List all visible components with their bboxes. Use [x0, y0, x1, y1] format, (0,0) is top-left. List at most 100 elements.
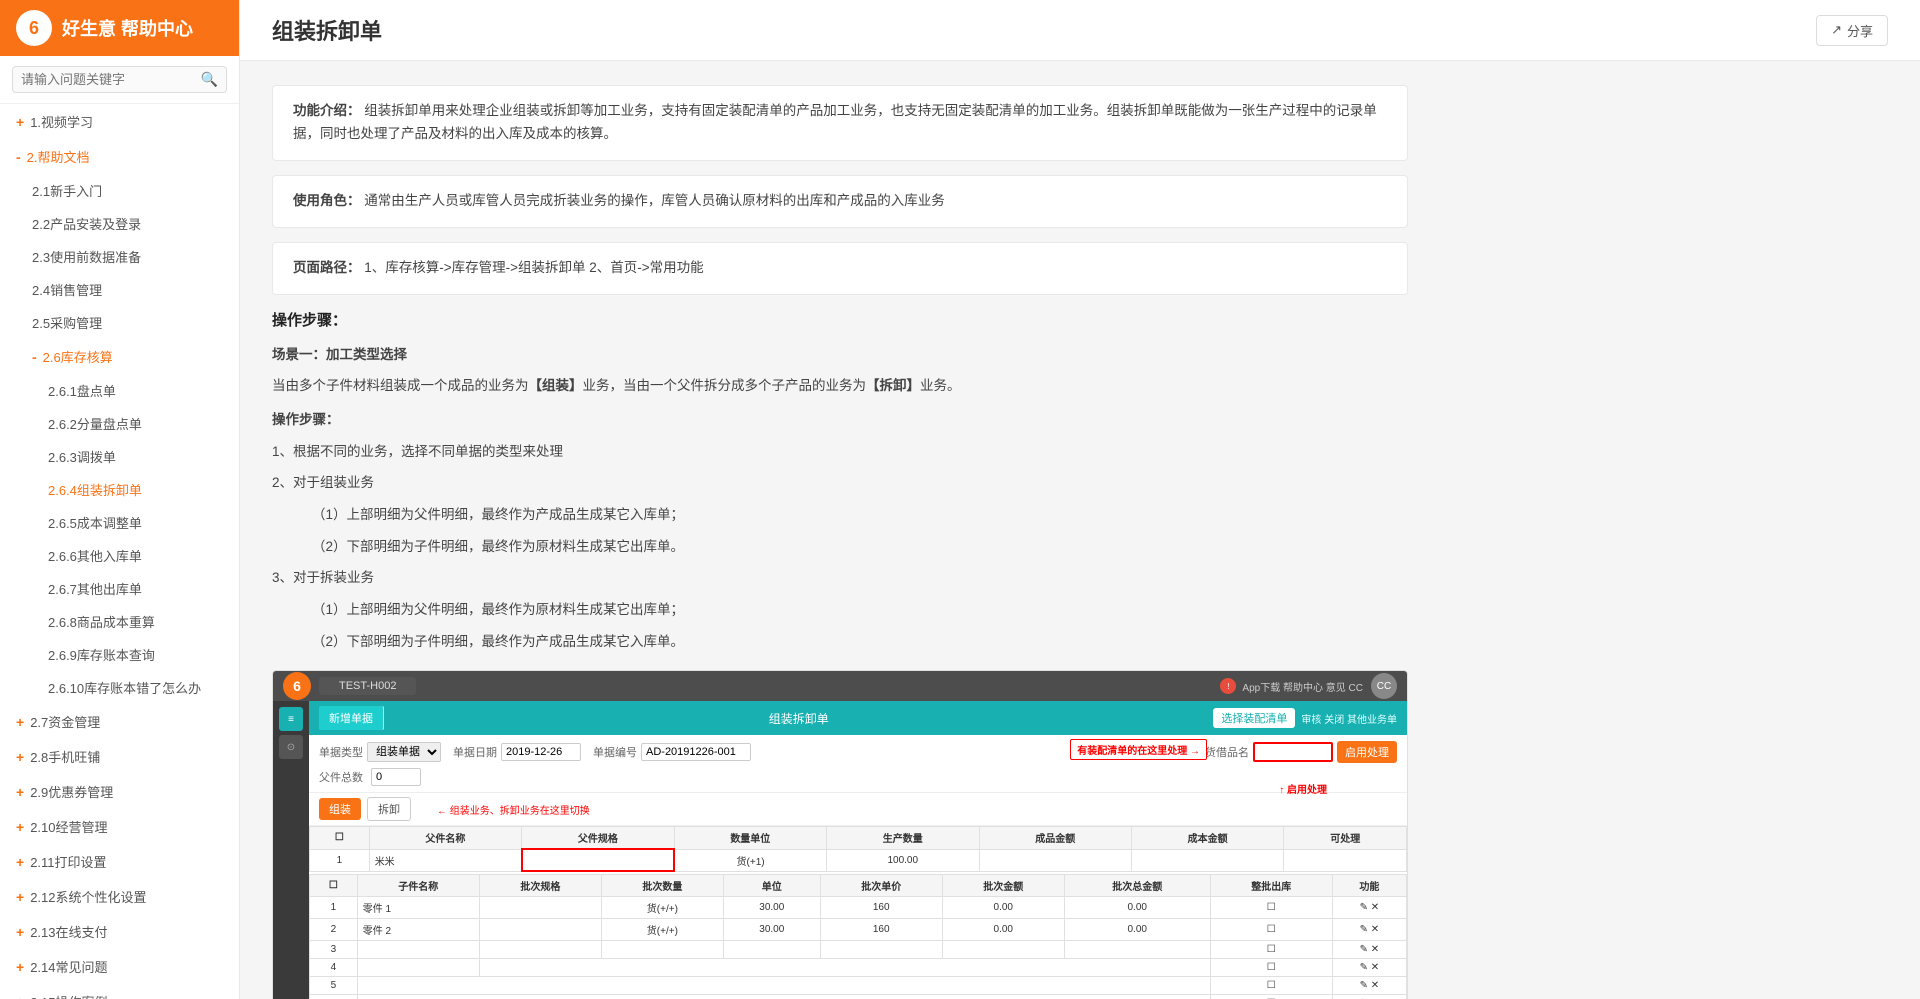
- col-qty-unit: 数量单位: [674, 827, 826, 850]
- sidebar-item-inventory-account[interactable]: 2.6.9库存账本查询: [0, 638, 239, 671]
- subcol-batch-out: 整批出库: [1210, 875, 1332, 897]
- annotation-has-config: 有装配清单的在这里处理 →: [1070, 739, 1207, 760]
- form-input-number[interactable]: [641, 743, 751, 761]
- role-label: 使用角色：: [293, 193, 361, 208]
- step2-1: （1）上部明细为父件明细，最终作为产成品生成某它入库单；: [272, 502, 1408, 528]
- sidebar-item-video-learning[interactable]: + 1.视频学习: [0, 104, 239, 139]
- sidebar-item-label: 2.帮助文档: [27, 147, 90, 166]
- sidebar-item-sales[interactable]: 2.4销售管理: [0, 273, 239, 306]
- header-actions: 审核 关闭 其他业务单: [1301, 711, 1397, 726]
- sidebar-item-print[interactable]: + 2.11打印设置: [0, 844, 239, 879]
- path-block: 页面路径： 1、库存核算->库存管理->组装拆卸单 2、首页->常用功能: [272, 242, 1408, 295]
- sidebar-item-online-pay[interactable]: + 2.13在线支付: [0, 914, 239, 949]
- form-input-date[interactable]: [501, 743, 581, 761]
- sidebar-item-newcomer[interactable]: 2.1新手入门: [0, 174, 239, 207]
- sidebar-item-partial-stocktake[interactable]: 2.6.2分量盘点单: [0, 407, 239, 440]
- form-select-type[interactable]: 组装单据 拆卸单据: [367, 742, 441, 762]
- form-field-type: 单据类型 组装单据 拆卸单据: [319, 742, 441, 762]
- screenshot-title: 组装拆卸单: [769, 710, 829, 727]
- col-cost: 成本金额: [1131, 827, 1283, 850]
- subcol-unit: 单位: [723, 875, 820, 897]
- ops-title: 操作步骤：: [272, 309, 1408, 330]
- form-field-number: 单据编号: [593, 743, 751, 761]
- form-field-right: 货借品名 启用处理: [1205, 741, 1397, 763]
- choose-config-btn[interactable]: 选择装配清单: [1213, 708, 1295, 728]
- col-available: 可处理: [1284, 827, 1407, 850]
- form-input-goods[interactable]: [1253, 742, 1333, 762]
- sidebar: 6 好生意 帮助中心 🔍 + 1.视频学习 - 2.帮助文档 2.1新手入门 2…: [0, 0, 240, 999]
- sidebar-item-transfer[interactable]: 2.6.3调拨单: [0, 440, 239, 473]
- expand-icon: +: [16, 819, 24, 835]
- assembly-btn[interactable]: 组装: [319, 798, 361, 820]
- subcol-checkbox: ☐: [310, 875, 358, 897]
- app-logo: 6: [283, 672, 311, 700]
- approve-btn[interactable]: 启用处理: [1337, 741, 1397, 763]
- search-icon[interactable]: 🔍: [201, 71, 218, 88]
- sidebar-item-finance[interactable]: + 2.7资金管理: [0, 704, 239, 739]
- sidebar-item-label: 1.视频学习: [30, 112, 93, 131]
- subcol-batch-qty: 批次数量: [601, 875, 723, 897]
- sidebar-item-inventory[interactable]: - 2.6库存核算: [0, 339, 239, 374]
- sidebar-item-other-inbound[interactable]: 2.6.6其他入库单: [0, 539, 239, 572]
- sidebar-item-faq[interactable]: + 2.14常见问题: [0, 949, 239, 984]
- role-text: 通常由生产人员或库管人员完成折装业务的操作，库管人员确认原材料的出库和产成品的入…: [364, 193, 945, 208]
- sidebar-item-cost-recalc[interactable]: 2.6.8商品成本重算: [0, 605, 239, 638]
- share-button[interactable]: ↗ 分享: [1816, 15, 1888, 46]
- scene1-title: 场景一：加工类型选择: [272, 347, 407, 362]
- notification-icon: !: [1220, 678, 1236, 694]
- expand-icon: +: [16, 114, 24, 130]
- disassembly-btn[interactable]: 拆卸: [367, 797, 411, 821]
- sidebar-item-data-prep[interactable]: 2.3使用前数据准备: [0, 240, 239, 273]
- sidebar-item-install[interactable]: 2.2产品安装及登录: [0, 207, 239, 240]
- tab-new-order[interactable]: 新增单据: [319, 706, 384, 730]
- sidebar-item-purchase[interactable]: 2.5采购管理: [0, 306, 239, 339]
- expand-icon: +: [16, 854, 24, 870]
- expand-icon: +: [16, 994, 24, 999]
- search-input[interactable]: [21, 72, 201, 87]
- subcol-price: 批次单价: [820, 875, 942, 897]
- subcol-func: 功能: [1332, 875, 1406, 897]
- step3-1: （1）上部明细为父件明细，最终作为原材料生成某它出库单；: [272, 597, 1408, 623]
- sidebar-item-assembly[interactable]: 2.6.4组装拆卸单: [0, 473, 239, 506]
- sidebar-header: 6 好生意 帮助中心: [0, 0, 239, 56]
- collapse-icon-2: -: [32, 349, 37, 365]
- sidebar-item-other-outbound[interactable]: 2.6.7其他出库单: [0, 572, 239, 605]
- subcol-child-name: 子件名称: [357, 875, 479, 897]
- sidebar-item-account-error[interactable]: 2.6.10库存账本错了怎么办: [0, 671, 239, 704]
- share-icon: ↗: [1831, 22, 1842, 38]
- mini-sidebar-icon2[interactable]: ⊙: [279, 735, 303, 759]
- expand-icon: +: [16, 889, 24, 905]
- brand-name: 好生意 帮助中心: [62, 15, 193, 41]
- intro-block: 功能介绍： 组装拆卸单用来处理企业组装或拆卸等加工业务，支持有固定装配清单的产品…: [272, 85, 1408, 161]
- sidebar-item-cost-adjust[interactable]: 2.6.5成本调整单: [0, 506, 239, 539]
- user-avatar[interactable]: CC: [1371, 673, 1397, 699]
- sidebar-item-personalize[interactable]: + 2.12系统个性化设置: [0, 879, 239, 914]
- subcol-total: 批次总金额: [1064, 875, 1210, 897]
- nav-section: + 1.视频学习 - 2.帮助文档 2.1新手入门 2.2产品安装及登录 2.3…: [0, 104, 239, 999]
- col-checkbox: ☐: [310, 827, 370, 850]
- sidebar-item-management[interactable]: + 2.10经营管理: [0, 809, 239, 844]
- app-topbar-item[interactable]: TEST-H002: [319, 677, 416, 695]
- form-row-2: 父件总数: [319, 768, 1397, 786]
- intro-text: 组装拆卸单用来处理企业组装或拆卸等加工业务，支持有固定装配清单的产品加工业务，也…: [293, 103, 1377, 141]
- mini-sidebar-icon[interactable]: ≡: [279, 707, 303, 731]
- form-input-total[interactable]: [371, 768, 421, 786]
- form-field-date: 单据日期: [453, 743, 581, 761]
- sub-table-row: 1 零件 1 货(+/+) 30.00 160 0.00 0.00: [310, 897, 1407, 919]
- sidebar-item-coupon[interactable]: + 2.9优惠券管理: [0, 774, 239, 809]
- main-content: 组装拆卸单 ↗ 分享 功能介绍： 组装拆卸单用来处理企业组装或拆卸等加工业务，支…: [240, 0, 1920, 999]
- app-topbar-text: App下载 帮助中心 意见 CC: [1242, 679, 1363, 694]
- sidebar-item-case[interactable]: + 2.15操作案例: [0, 984, 239, 999]
- sidebar-item-mobile[interactable]: + 2.8手机旺铺: [0, 739, 239, 774]
- scene1-desc: 当由多个子件材料组装成一个成品的业务为【组装】业务，当由一个父件拆分成多个子产品…: [272, 373, 1408, 399]
- sidebar-item-label: 2.9优惠券管理: [30, 782, 113, 801]
- ops-section: 操作步骤： 场景一：加工类型选择 当由多个子件材料组装成一个成品的业务为【组装】…: [272, 309, 1408, 999]
- ops-steps-subtitle: 操作步骤：: [272, 407, 1408, 433]
- col-parent-name: 父件名称: [369, 827, 521, 850]
- page-title: 组装拆卸单: [272, 14, 382, 46]
- sidebar-item-help-docs[interactable]: - 2.帮助文档: [0, 139, 239, 174]
- main-header: 组装拆卸单 ↗ 分享: [240, 0, 1920, 61]
- col-count: 生产数量: [827, 827, 979, 850]
- sidebar-item-stocktake[interactable]: 2.6.1盘点单: [0, 374, 239, 407]
- step2: 2、对于组装业务: [272, 470, 1408, 496]
